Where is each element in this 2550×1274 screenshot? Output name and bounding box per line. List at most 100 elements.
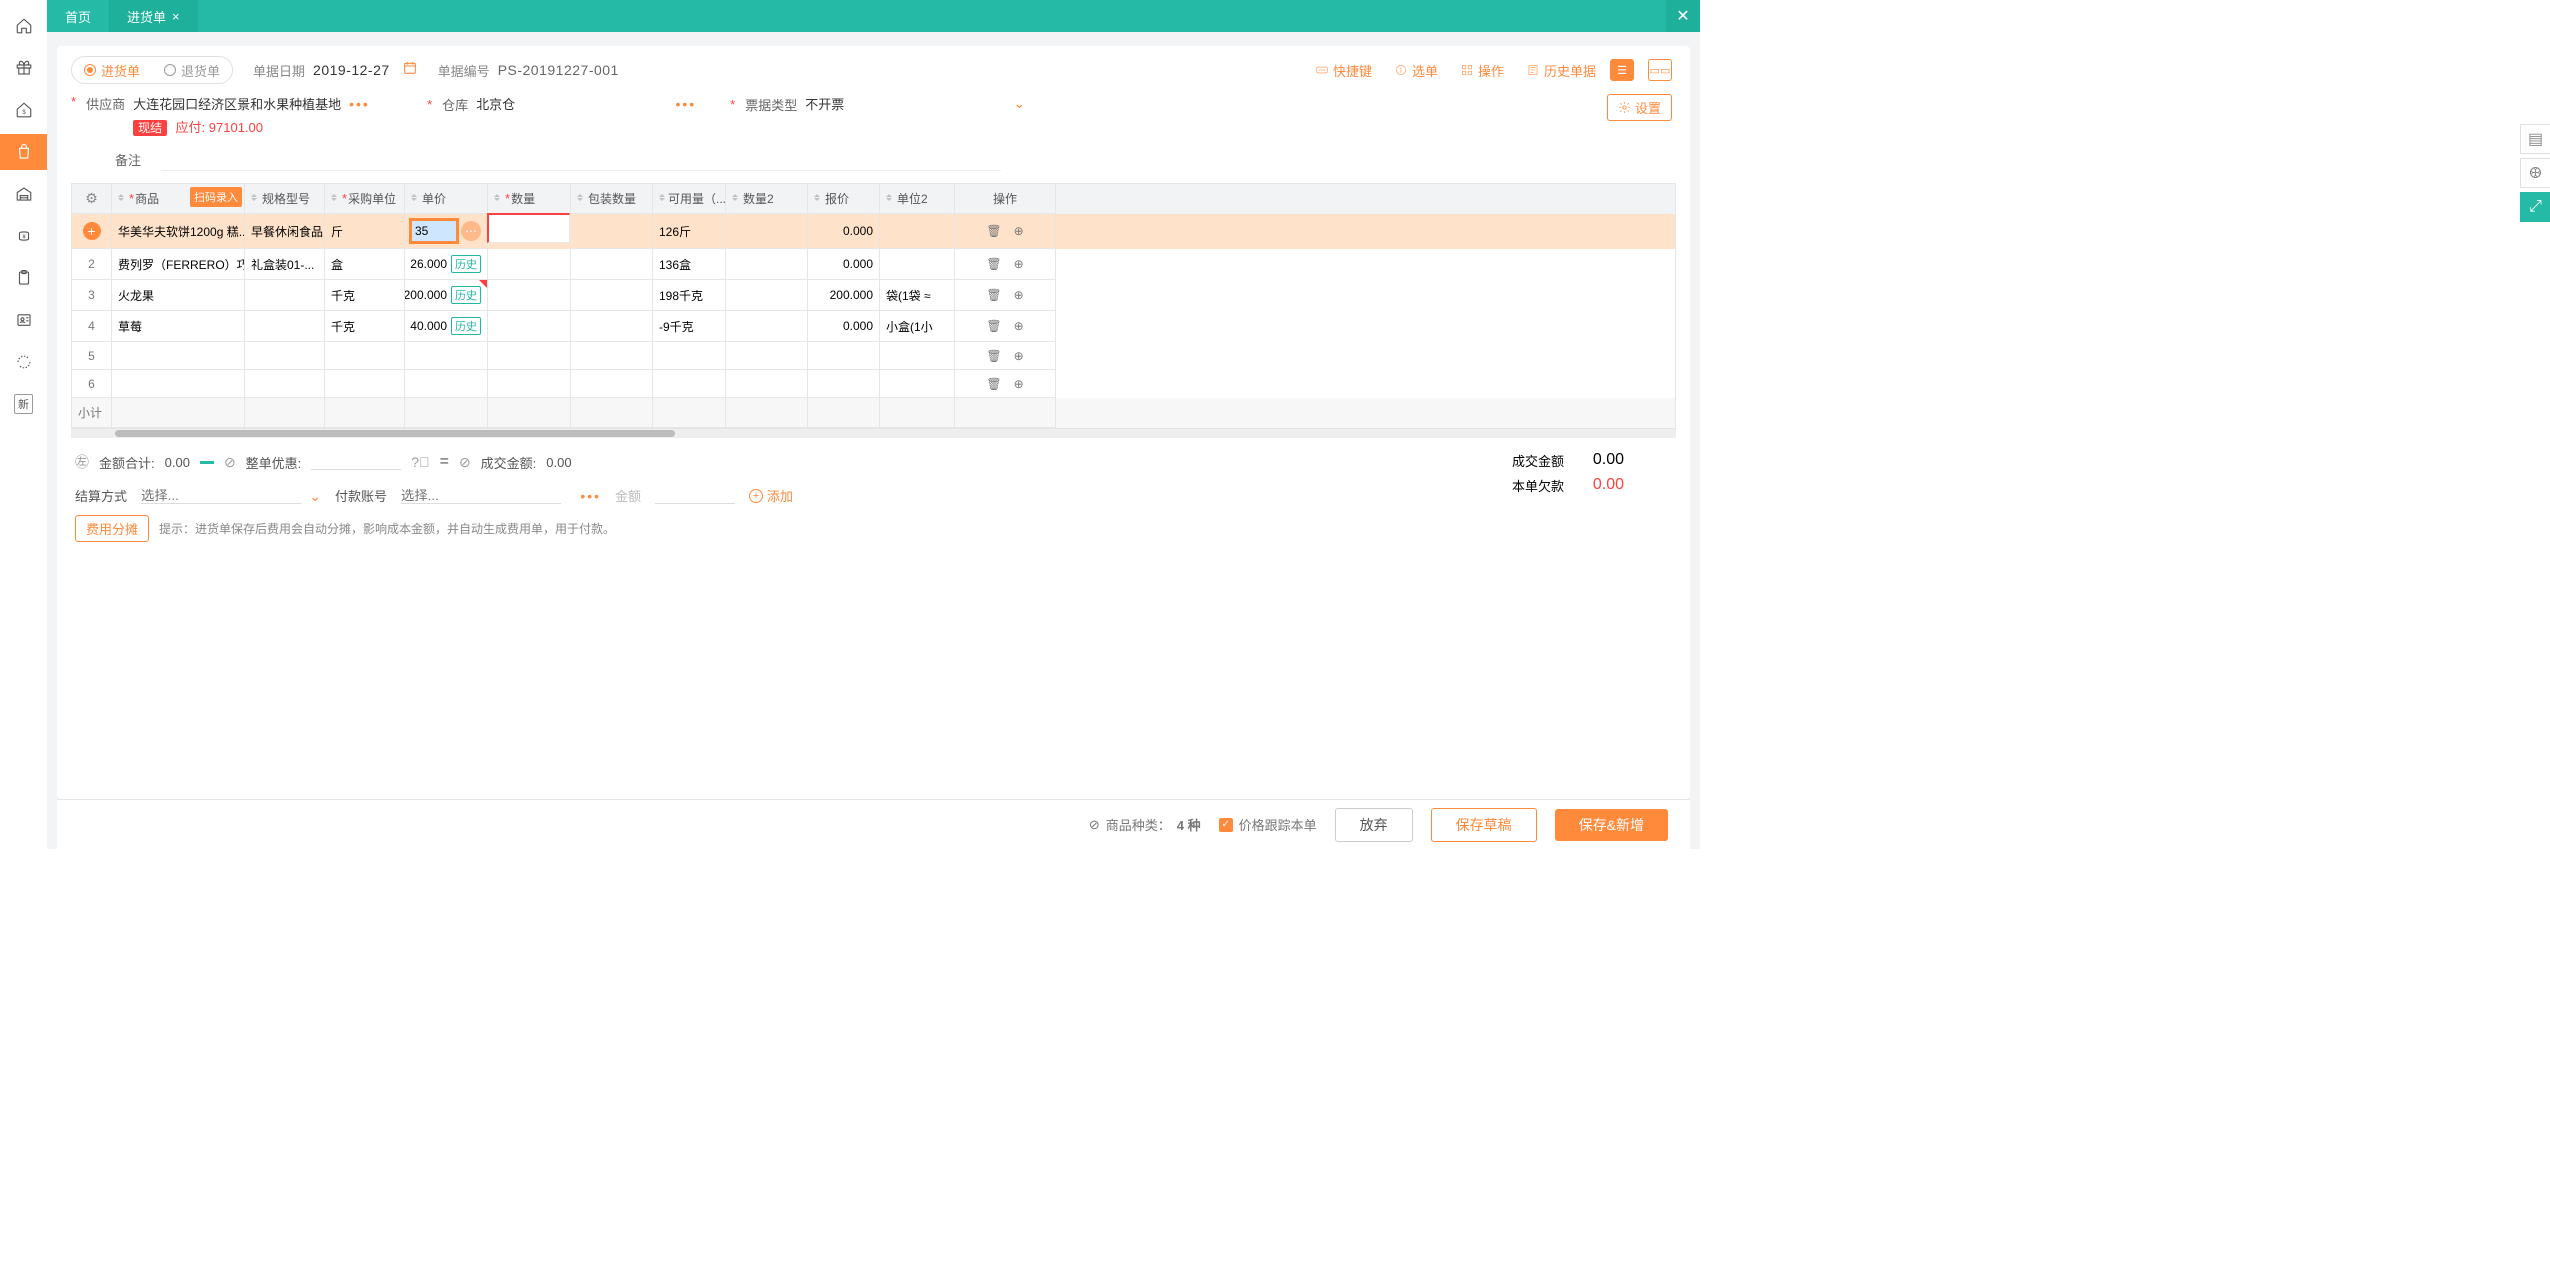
- link-hotkey[interactable]: 快捷键: [1315, 61, 1372, 80]
- table-row[interactable]: 6🗑⊕: [72, 370, 1675, 398]
- rail-expand-icon[interactable]: ⤢: [2520, 192, 2550, 222]
- date-label: 单据日期: [253, 61, 305, 80]
- invoice-value[interactable]: 不开票: [805, 94, 844, 113]
- left-sidebar: $ ¥ 新: [0, 0, 47, 849]
- table-gear-icon[interactable]: ⚙: [72, 184, 112, 214]
- pay-account-more-icon[interactable]: •••: [580, 488, 601, 504]
- discount-icon: ⊘: [224, 454, 236, 471]
- col-pack[interactable]: 包装数量: [571, 184, 653, 214]
- rail-note-icon[interactable]: ▤: [2520, 124, 2550, 154]
- settings-button[interactable]: 设置: [1607, 94, 1672, 121]
- col-unit2[interactable]: 单位2: [880, 184, 955, 214]
- col-avail[interactable]: 可用量（...: [653, 184, 726, 214]
- help-icon[interactable]: ?⃝: [411, 454, 429, 470]
- row-delete-icon[interactable]: 🗑: [986, 319, 1001, 333]
- col-product[interactable]: *商品扫码录入: [112, 184, 245, 214]
- nav-purchase-icon[interactable]: [0, 134, 47, 170]
- invoice-label: 票据类型: [745, 95, 797, 114]
- remark-input[interactable]: [161, 147, 1001, 171]
- row-add-icon[interactable]: ⊕: [1014, 319, 1024, 333]
- view-list-icon[interactable]: ☰: [1610, 59, 1634, 81]
- table-row[interactable]: 5🗑⊕: [72, 342, 1675, 370]
- table-row[interactable]: 3火龙果千克200.000历史198千克200.000袋(1袋 ≈🗑⊕: [72, 280, 1675, 311]
- link-select-order[interactable]: 选单: [1394, 61, 1438, 80]
- qty-input[interactable]: [487, 213, 570, 243]
- items-table: ⚙ *商品扫码录入 规格型号 *采购单位 单价 *数量 包装数量 可用量（...…: [71, 183, 1676, 429]
- nav-sync-icon[interactable]: [0, 344, 47, 380]
- remark-label: 备注: [115, 150, 141, 169]
- abandon-button[interactable]: 放弃: [1335, 808, 1413, 842]
- col-quote[interactable]: 报价: [808, 184, 880, 214]
- add-row-icon[interactable]: +: [83, 222, 101, 240]
- app-close-icon[interactable]: ✕: [1666, 0, 1700, 32]
- col-price[interactable]: 单价: [405, 184, 488, 214]
- view-grid-icon[interactable]: ▭▭: [1648, 59, 1672, 81]
- tab-close-icon[interactable]: ×: [172, 9, 180, 24]
- history-tag[interactable]: 历史: [451, 317, 481, 335]
- table-row[interactable]: +华美华夫软饼1200g 糕...早餐休闲食品斤⋯126斤0.000🗑⊕: [72, 214, 1675, 249]
- pay-account-select[interactable]: [401, 488, 561, 504]
- order-type-in[interactable]: 进货单: [72, 57, 152, 83]
- price-input[interactable]: [411, 220, 457, 242]
- save-new-button[interactable]: 保存&新增: [1555, 809, 1668, 841]
- tab-purchase-order[interactable]: 进货单×: [109, 0, 198, 32]
- rail-link-icon[interactable]: 𐃏: [2520, 158, 2550, 188]
- history-tag[interactable]: 历史: [451, 286, 481, 304]
- sum-value: 0.00: [165, 455, 190, 470]
- row-add-icon[interactable]: ⊕: [1014, 288, 1024, 302]
- supplier-more-icon[interactable]: •••: [349, 96, 370, 112]
- nav-home-icon[interactable]: [0, 8, 47, 44]
- product-kinds: ⊘ 商品种类：4 种: [1089, 815, 1201, 834]
- history-tag[interactable]: 历史: [451, 255, 481, 273]
- tab-home[interactable]: 首页: [47, 0, 109, 32]
- order-type-return[interactable]: 退货单: [152, 57, 232, 83]
- pay-method-select[interactable]: [141, 488, 301, 504]
- supplier-value[interactable]: 大连花园口经济区景和水果种植基地: [133, 94, 341, 113]
- calendar-icon[interactable]: [402, 60, 418, 81]
- link-history[interactable]: 历史单据: [1526, 61, 1596, 80]
- row-add-icon[interactable]: ⊕: [1014, 257, 1024, 271]
- price-more-icon[interactable]: ⋯: [461, 221, 481, 241]
- nav-money-icon[interactable]: ¥: [0, 218, 47, 254]
- nav-clipboard-icon[interactable]: [0, 260, 47, 296]
- row-delete-icon[interactable]: 🗑: [986, 288, 1001, 302]
- date-value[interactable]: 2019-12-27: [313, 62, 390, 78]
- warehouse-label: 仓库: [442, 95, 468, 114]
- sum-label: 金额合计:: [99, 453, 155, 472]
- warehouse-more-icon[interactable]: •••: [675, 96, 696, 112]
- footer-bar: ⊘ 商品种类：4 种 ✓价格跟踪本单 放弃 保存草稿 保存&新增: [57, 799, 1690, 849]
- deal-icon: ⊘: [459, 454, 471, 471]
- warehouse-value[interactable]: 北京仓: [476, 94, 515, 113]
- nav-price-icon[interactable]: $: [0, 92, 47, 128]
- cost-split-button[interactable]: 费用分摊: [75, 515, 149, 542]
- table-h-scrollbar[interactable]: [71, 429, 1676, 438]
- nav-gift-icon[interactable]: [0, 50, 47, 86]
- col-qty2[interactable]: 数量2: [726, 184, 808, 214]
- row-delete-icon[interactable]: 🗑: [986, 224, 1001, 238]
- disc-input[interactable]: [311, 454, 401, 470]
- nav-new-icon[interactable]: 新: [0, 386, 47, 422]
- col-spec[interactable]: 规格型号: [245, 184, 325, 214]
- col-unit[interactable]: *采购单位: [325, 184, 405, 214]
- nav-warehouse-icon[interactable]: [0, 176, 47, 212]
- row-delete-icon[interactable]: 🗑: [986, 349, 1001, 363]
- row-delete-icon[interactable]: 🗑: [986, 257, 1001, 271]
- table-row[interactable]: 2费列罗（FERRERO）巧...礼盒装01-...盒26.000历史136盒0…: [72, 249, 1675, 280]
- row-add-icon[interactable]: ⊕: [1014, 377, 1024, 391]
- order-type-segment: 进货单 退货单: [71, 56, 233, 84]
- table-row[interactable]: 4草莓千克40.000历史-9千克0.000小盒(1小🗑⊕: [72, 311, 1675, 342]
- nav-contact-icon[interactable]: [0, 302, 47, 338]
- row-delete-icon[interactable]: 🗑: [986, 377, 1001, 391]
- price-track-toggle[interactable]: ✓价格跟踪本单: [1219, 815, 1317, 834]
- row-add-icon[interactable]: ⊕: [1014, 224, 1024, 238]
- pay-add-button[interactable]: +添加: [749, 486, 793, 505]
- link-operations[interactable]: 操作: [1460, 61, 1504, 80]
- pay-amount-input[interactable]: [655, 488, 735, 504]
- invoice-caret-icon[interactable]: ⌄: [1014, 95, 1026, 112]
- minus-icon: [200, 461, 214, 464]
- row-add-icon[interactable]: ⊕: [1014, 349, 1024, 363]
- scan-entry-button[interactable]: 扫码录入: [190, 187, 242, 207]
- save-draft-button[interactable]: 保存草稿: [1431, 808, 1537, 842]
- col-qty[interactable]: *数量: [488, 184, 571, 214]
- pay-method-caret-icon[interactable]: ⌄: [309, 488, 321, 505]
